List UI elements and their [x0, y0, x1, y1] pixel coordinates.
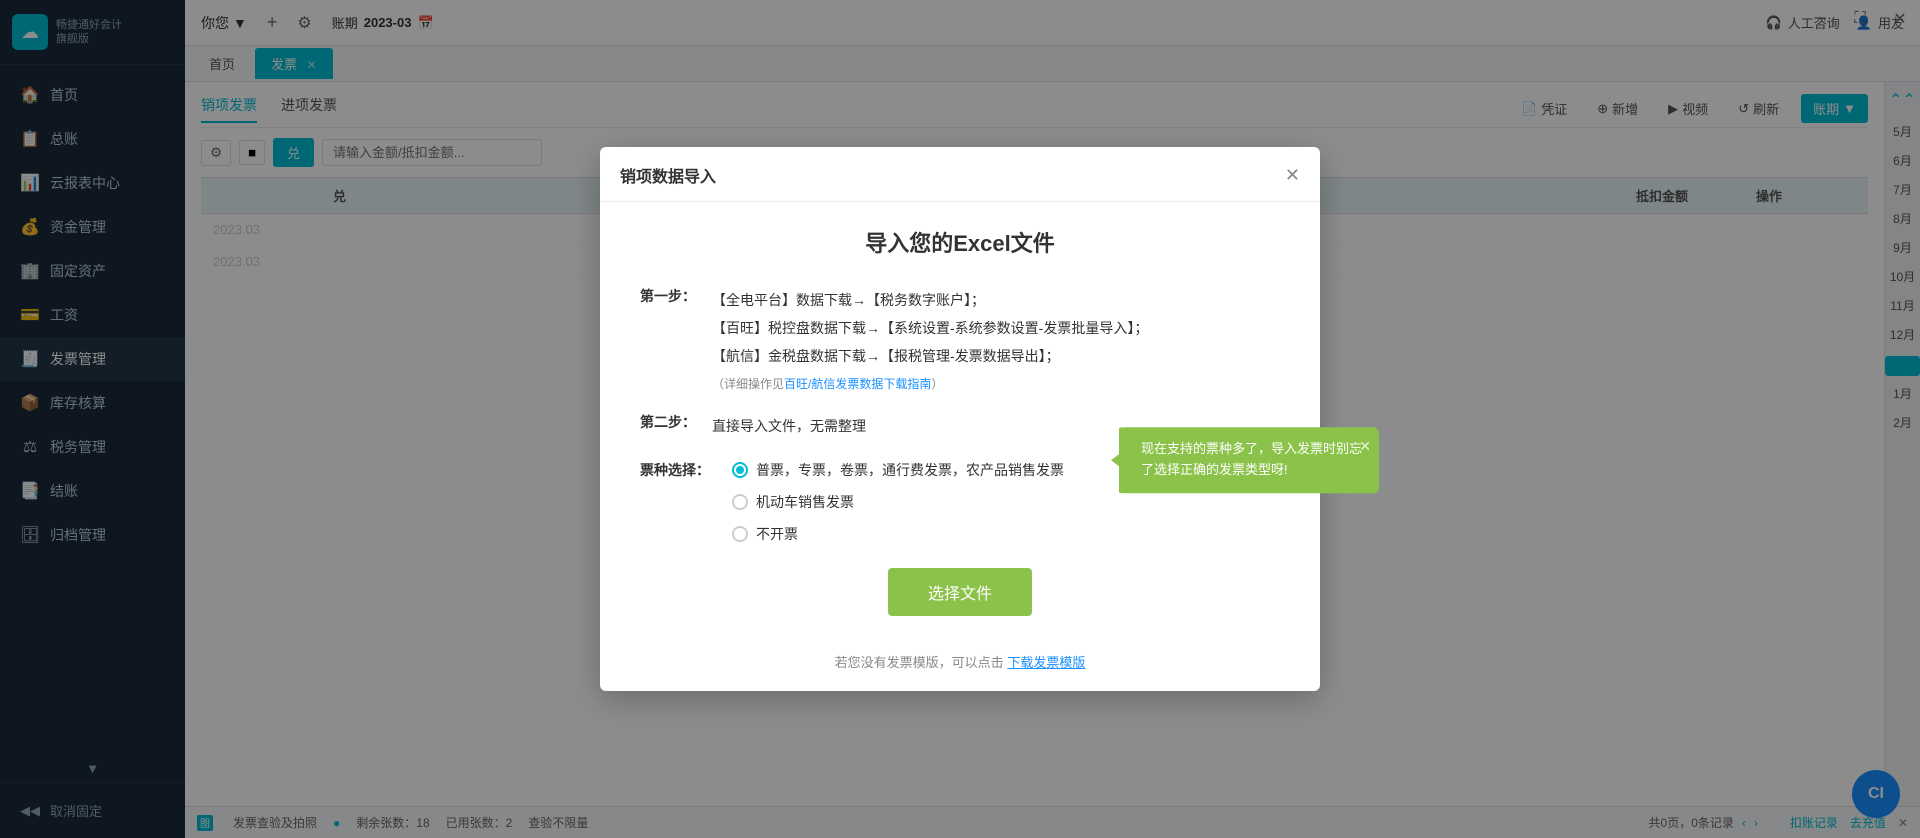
- modal-main-title: 导入您的Excel文件: [640, 226, 1280, 258]
- radio-item-0: 普票，专票，卷票，通行费发票，农产品销售发票: [732, 460, 1064, 480]
- modal-title: 销项数据导入: [620, 163, 716, 187]
- step1-content: 【全电平台】数据下载→【税务数字账户】； 【百旺】税控盘数据下载→【系统设置-系…: [712, 286, 1148, 396]
- footer-prefix: 若您没有发票模版，可以点击: [835, 655, 1004, 670]
- select-file-button[interactable]: 选择文件: [888, 568, 1032, 616]
- step1-row: 第一步： 【全电平台】数据下载→【税务数字账户】； 【百旺】税控盘数据下载→【系…: [640, 286, 1280, 396]
- radio-item-1: 机动车销售发票: [732, 492, 1064, 512]
- modal-btn-row: 选择文件: [640, 568, 1280, 616]
- ticket-select: 票种选择： 普票，专票，卷票，通行费发票，农产品销售发票 机动车销售发票 不开票: [640, 460, 1280, 544]
- modal-body: 导入您的Excel文件 第一步： 【全电平台】数据下载→【税务数字账户】； 【百…: [600, 202, 1320, 652]
- step1-label: 第一步：: [640, 286, 700, 396]
- radio-0-label: 普票，专票，卷票，通行费发票，农产品销售发票: [756, 460, 1064, 480]
- step2-content: 直接导入文件，无需整理: [712, 412, 866, 440]
- step1-line1: 【全电平台】数据下载→【税务数字账户】；: [712, 286, 1148, 314]
- import-modal: 销项数据导入 ✕ 导入您的Excel文件 第一步： 【全电平台】数据下载→【税务…: [600, 147, 1320, 691]
- step1-guide-link[interactable]: 百旺/航信发票数据下载指南: [784, 377, 931, 391]
- radio-item-2: 不开票: [732, 524, 1064, 544]
- modal-close-button[interactable]: ✕: [1285, 165, 1300, 186]
- step2-label: 第二步：: [640, 412, 700, 440]
- step1-line3: 【航信】金税盘数据下载→【报税管理-发票数据导出】；: [712, 342, 1148, 370]
- step1-sub: （详细操作见百旺/航信发票数据下载指南）: [712, 372, 1148, 396]
- tooltip-bar: [1119, 427, 1123, 493]
- radio-1-label: 机动车销售发票: [756, 492, 854, 512]
- tooltip-close[interactable]: ✕: [1359, 435, 1371, 457]
- modal-overlay: 销项数据导入 ✕ 导入您的Excel文件 第一步： 【全电平台】数据下载→【税务…: [0, 0, 1920, 838]
- radio-2[interactable]: [732, 526, 748, 542]
- modal-header: 销项数据导入 ✕: [600, 147, 1320, 202]
- step1-line2: 【百旺】税控盘数据下载→【系统设置-系统参数设置-发票批量导入】；: [712, 314, 1148, 342]
- radio-1[interactable]: [732, 494, 748, 510]
- ticket-label: 票种选择：: [640, 460, 710, 480]
- radio-0[interactable]: [732, 462, 748, 478]
- tooltip-text: 现在支持的票种多了，导入发票时别忘了选择正确的发票类型呀!: [1133, 439, 1365, 481]
- modal-footer: 若您没有发票模版，可以点击 下载发票模版: [600, 652, 1320, 691]
- radio-group: 普票，专票，卷票，通行费发票，农产品销售发票 机动车销售发票 不开票: [732, 460, 1064, 544]
- download-template-link[interactable]: 下载发票模版: [1007, 655, 1085, 670]
- tooltip-popup: 现在支持的票种多了，导入发票时别忘了选择正确的发票类型呀! ✕: [1119, 427, 1379, 493]
- radio-2-label: 不开票: [756, 524, 798, 544]
